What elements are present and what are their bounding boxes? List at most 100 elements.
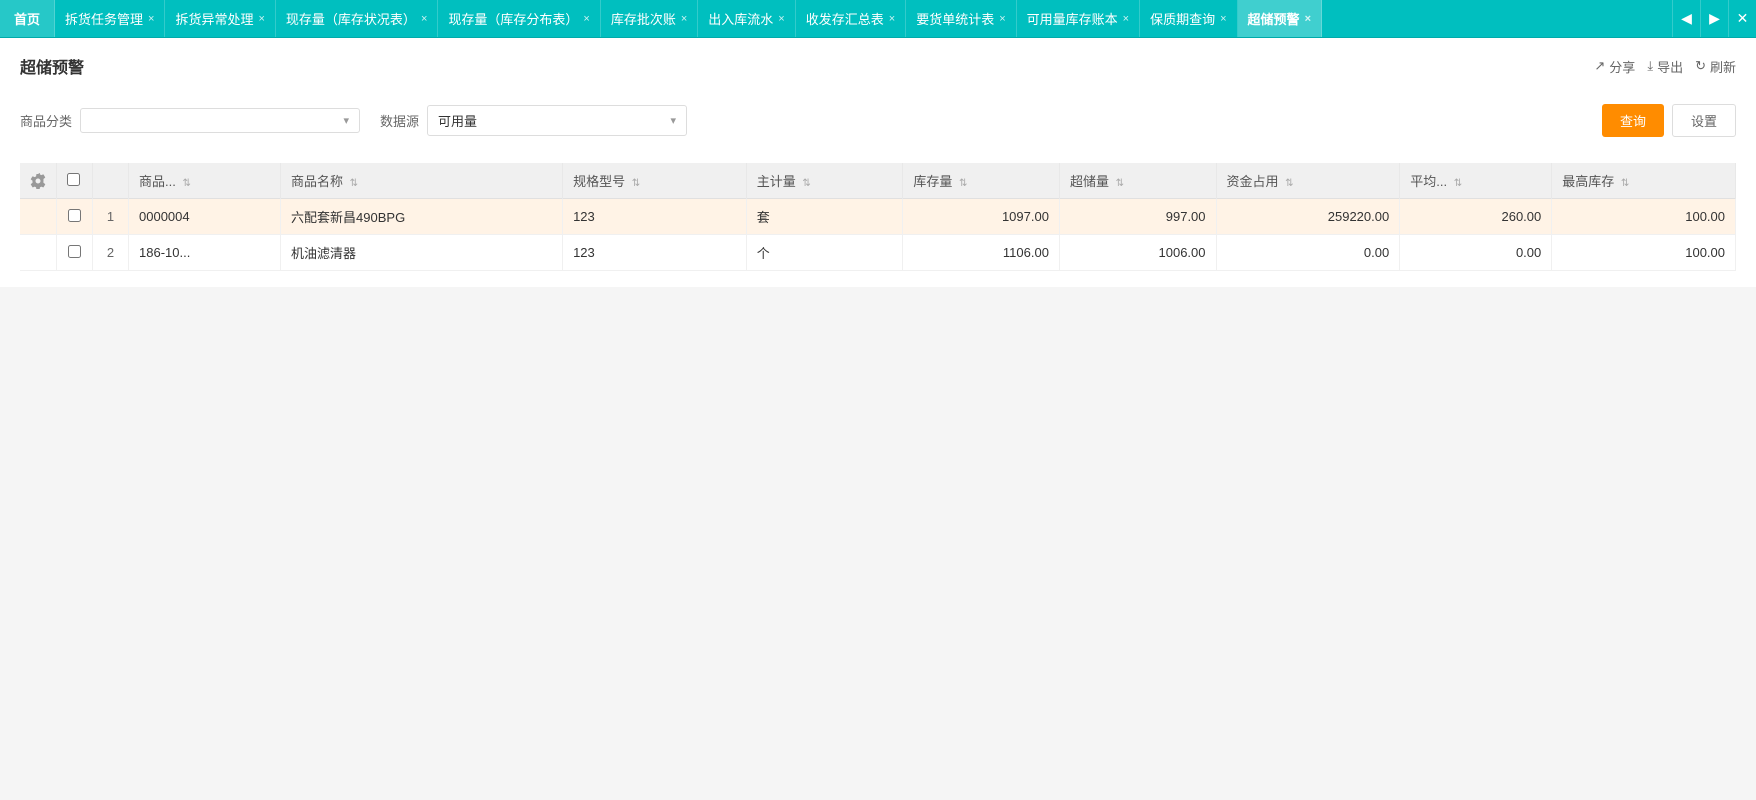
row-max-stock: 100.00 (1552, 235, 1736, 271)
category-filter: 商品分类 ▾ (20, 108, 360, 133)
tab-chaihuo[interactable]: 拆货任务管理 × (55, 0, 165, 37)
nav-home[interactable]: 首页 (0, 0, 55, 37)
close-tab-chaihuo[interactable]: × (148, 13, 154, 25)
col-stock-header[interactable]: 库存量 ⇅ (903, 163, 1060, 199)
row-checkbox[interactable] (68, 209, 81, 222)
row-checkbox[interactable] (68, 245, 81, 258)
row-avg: 0.00 (1400, 235, 1552, 271)
col-unit-header[interactable]: 主计量 ⇅ (746, 163, 903, 199)
row-max-stock: 100.00 (1552, 199, 1736, 235)
row-settings-cell (20, 199, 57, 235)
close-tab-inout-flow[interactable]: × (778, 13, 784, 25)
tab-overstock[interactable]: 超储预警 × (1238, 0, 1322, 37)
select-all-checkbox[interactable] (67, 173, 80, 186)
refresh-button[interactable]: ↻ 刷新 (1695, 57, 1736, 76)
main-content: 超储预警 ↗ 分享 ⤓ 导出 ↻ 刷新 商品分类 ▾ 数据源 (0, 38, 1756, 287)
row-product-code: 0000004 (129, 199, 281, 235)
settings-button[interactable]: 设置 (1672, 104, 1736, 137)
col-avg-header[interactable]: 平均... ⇅ (1400, 163, 1552, 199)
row-checkbox-cell[interactable] (57, 199, 93, 235)
tab-inout-flow[interactable]: 出入库流水 × (698, 0, 795, 37)
row-avg: 260.00 (1400, 199, 1552, 235)
row-product-name: 机油滤清器 (281, 235, 563, 271)
col-settings-header[interactable] (20, 163, 57, 199)
export-icon: ⤓ (1647, 58, 1653, 74)
nav-arrow-group: ◀ ▶ ✕ (1672, 0, 1756, 37)
tab-receive-summary[interactable]: 收发存汇总表 × (796, 0, 906, 37)
nav-expand-button[interactable]: ✕ (1728, 0, 1756, 37)
row-spec: 123 (563, 235, 747, 271)
row-product-code: 186-10... (129, 235, 281, 271)
sort-icon-overstock: ⇅ (1116, 178, 1124, 189)
page-header: 超储预警 ↗ 分享 ⤓ 导出 ↻ 刷新 (20, 54, 1736, 78)
close-tab-order-stats[interactable]: × (999, 13, 1005, 25)
col-product-code-header[interactable]: 商品... ⇅ (129, 163, 281, 199)
nav-prev-button[interactable]: ◀ (1672, 0, 1700, 37)
datasource-filter: 数据源 可用量 ▾ (380, 105, 687, 136)
refresh-icon: ↻ (1695, 58, 1706, 74)
action-buttons: 查询 设置 (1602, 104, 1736, 137)
query-button[interactable]: 查询 (1602, 104, 1664, 137)
close-tab-receive-summary[interactable]: × (889, 13, 895, 25)
row-settings-cell (20, 235, 57, 271)
close-tab-inventory-batch[interactable]: × (681, 13, 687, 25)
tab-chaihuo-abnormal[interactable]: 拆货异常处理 × (165, 0, 275, 37)
close-tab-inventory-status[interactable]: × (421, 13, 427, 25)
col-checkbox-header[interactable] (57, 163, 93, 199)
row-stock: 1097.00 (903, 199, 1060, 235)
row-product-name: 六配套新昌490BPG (281, 199, 563, 235)
row-unit: 个 (746, 235, 903, 271)
top-navigation: 首页 拆货任务管理 × 拆货异常处理 × 现存量（库存状况表） × 现存量（库存… (0, 0, 1756, 38)
sort-icon-product-name: ⇅ (350, 178, 358, 189)
row-checkbox-cell[interactable] (57, 235, 93, 271)
row-unit: 套 (746, 199, 903, 235)
close-tab-quality-check[interactable]: × (1220, 13, 1226, 25)
col-product-name-header[interactable]: 商品名称 ⇅ (281, 163, 563, 199)
col-capital-header[interactable]: 资金占用 ⇅ (1216, 163, 1400, 199)
col-max-stock-header[interactable]: 最高库存 ⇅ (1552, 163, 1736, 199)
sort-icon-stock: ⇅ (959, 178, 967, 189)
sort-icon-product-code: ⇅ (182, 178, 190, 189)
close-tab-overstock[interactable]: × (1305, 13, 1311, 25)
datasource-select[interactable]: 可用量 ▾ (427, 105, 687, 136)
row-index: 2 (93, 235, 129, 271)
row-capital: 0.00 (1216, 235, 1400, 271)
page-title: 超储预警 (20, 54, 84, 78)
filter-row: 商品分类 ▾ 数据源 可用量 ▾ 查询 设置 (20, 94, 1736, 147)
row-index: 1 (93, 199, 129, 235)
header-actions: ↗ 分享 ⤓ 导出 ↻ 刷新 (1594, 57, 1736, 76)
row-stock: 1106.00 (903, 235, 1060, 271)
tab-inventory-status[interactable]: 现存量（库存状况表） × (276, 0, 438, 37)
row-overstock: 1006.00 (1059, 235, 1216, 271)
row-capital: 259220.00 (1216, 199, 1400, 235)
sort-icon-avg: ⇅ (1454, 178, 1462, 189)
share-icon: ↗ (1594, 58, 1605, 74)
sort-icon-capital: ⇅ (1285, 178, 1293, 189)
row-overstock: 997.00 (1059, 199, 1216, 235)
table-row: 1 0000004 六配套新昌490BPG 123 套 1097.00 997.… (20, 199, 1736, 235)
close-tab-available-ledger[interactable]: × (1123, 13, 1129, 25)
tab-order-stats[interactable]: 要货单统计表 × (906, 0, 1016, 37)
tab-available-ledger[interactable]: 可用量库存账本 × (1017, 0, 1140, 37)
datasource-select-arrow: ▾ (671, 114, 677, 127)
table-body: 1 0000004 六配套新昌490BPG 123 套 1097.00 997.… (20, 199, 1736, 271)
export-button[interactable]: ⤓ 导出 (1647, 57, 1683, 76)
nav-next-button[interactable]: ▶ (1700, 0, 1728, 37)
tab-inventory-batch[interactable]: 库存批次账 × (601, 0, 698, 37)
close-tab-chaihuo-abnormal[interactable]: × (258, 13, 264, 25)
category-label: 商品分类 (20, 111, 72, 130)
tab-quality-check[interactable]: 保质期查询 × (1140, 0, 1237, 37)
sort-icon-spec: ⇅ (632, 178, 640, 189)
col-overstock-header[interactable]: 超储量 ⇅ (1059, 163, 1216, 199)
close-tab-inventory-dist[interactable]: × (583, 13, 589, 25)
share-button[interactable]: ↗ 分享 (1594, 57, 1635, 76)
sort-icon-unit: ⇅ (802, 178, 810, 189)
table-header-row: 商品... ⇅ 商品名称 ⇅ 规格型号 ⇅ 主计量 ⇅ 库存量 ⇅ (20, 163, 1736, 199)
col-spec-header[interactable]: 规格型号 ⇅ (563, 163, 747, 199)
category-select-arrow: ▾ (343, 114, 349, 127)
sort-icon-max-stock: ⇅ (1621, 178, 1629, 189)
col-index-header (93, 163, 129, 199)
tab-inventory-dist[interactable]: 现存量（库存分布表） × (438, 0, 600, 37)
datasource-select-value: 可用量 (438, 111, 477, 130)
category-select[interactable]: ▾ (80, 108, 360, 133)
